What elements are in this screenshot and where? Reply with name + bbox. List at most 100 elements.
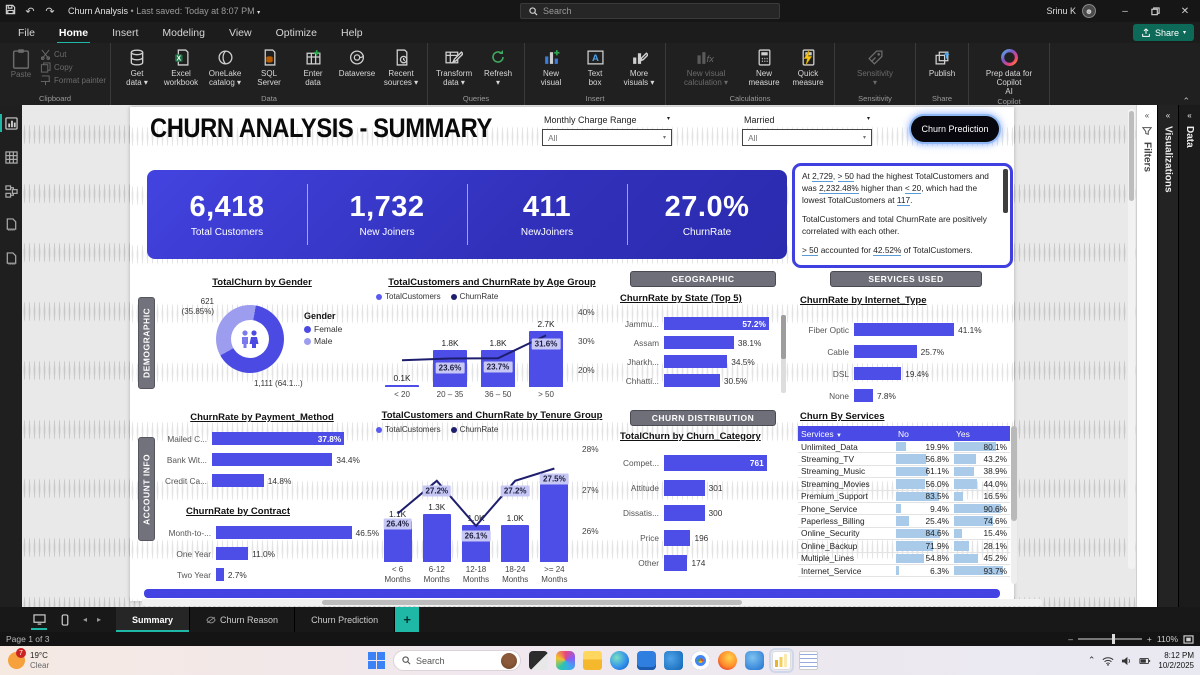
power-bi-icon[interactable] xyxy=(772,651,791,670)
recent-sources-button[interactable]: Recentsources ▾ xyxy=(379,46,423,87)
slicer-married[interactable]: Married▾ All▾ xyxy=(742,114,872,146)
bar[interactable] xyxy=(664,480,705,496)
table-row[interactable]: Online_Security84.6%15.4% xyxy=(798,528,1010,540)
visual-churn-by-state[interactable]: ChurnRate by State (Top 5) Jammu...57.2%… xyxy=(618,293,786,405)
bar[interactable]: 761 xyxy=(664,455,767,471)
undo-icon[interactable]: ↶ xyxy=(20,5,40,18)
dax-query-view-icon[interactable]: DAX xyxy=(0,215,22,235)
table-view-icon[interactable] xyxy=(0,147,22,167)
page-tab-churn-reason[interactable]: Churn Reason xyxy=(190,607,295,632)
combo-plot[interactable]: 1.1K< 6Months1.3K6-12Months1.0K12-18Mont… xyxy=(378,440,574,598)
notes-icon[interactable] xyxy=(799,651,818,670)
bar[interactable] xyxy=(216,547,248,560)
bar-row[interactable]: Compet...761 xyxy=(618,455,772,471)
menu-view[interactable]: View xyxy=(217,24,264,42)
dataverse-button[interactable]: Dataverse xyxy=(335,46,379,78)
weather-widget[interactable]: 7 19°CClear xyxy=(8,651,49,670)
column-header-yes[interactable]: Yes xyxy=(952,426,1010,441)
visual-age-group-combo[interactable]: TotalCustomers and ChurnRate by Age Grou… xyxy=(370,275,614,407)
user-name[interactable]: Srinu K xyxy=(1046,6,1076,16)
table-row[interactable]: Paperless_Billing25.4%74.6% xyxy=(798,515,1010,527)
save-icon[interactable] xyxy=(0,4,20,18)
slicer-dropdown[interactable]: All▾ xyxy=(742,129,872,146)
column-bar[interactable] xyxy=(385,385,419,387)
m365-icon[interactable] xyxy=(556,651,575,670)
canvas-vertical-scrollbar[interactable] xyxy=(1128,109,1135,569)
menu-file[interactable]: File xyxy=(6,24,47,42)
wifi-icon[interactable] xyxy=(1102,656,1114,666)
table-row[interactable]: Unlimited_Data19.9%80.1% xyxy=(798,441,1010,453)
enter-data-button[interactable]: Enterdata xyxy=(291,46,335,87)
bar-row[interactable]: Credit Ca...14.8% xyxy=(158,474,352,487)
menu-modeling[interactable]: Modeling xyxy=(150,24,217,42)
canvas-horizontal-scrollbar[interactable] xyxy=(142,599,1042,606)
bar-row[interactable]: Chhatti...30.5% xyxy=(618,374,774,387)
bar[interactable]: 57.2% xyxy=(664,317,769,330)
chrome-icon[interactable] xyxy=(691,651,710,670)
services-table[interactable]: Services ▼NoYesUnlimited_Data19.9%80.1%S… xyxy=(798,426,1010,598)
refresh-button[interactable]: Refresh▾ xyxy=(476,46,520,87)
publish-button[interactable]: Publish xyxy=(920,46,964,78)
start-button[interactable] xyxy=(368,652,385,669)
report-view-icon[interactable] xyxy=(0,113,22,133)
new-visual-button[interactable]: Newvisual xyxy=(529,46,573,87)
table-scrollbar[interactable] xyxy=(1011,426,1017,584)
menu-optimize[interactable]: Optimize xyxy=(264,24,329,42)
search-input[interactable]: Search xyxy=(520,3,780,19)
menu-insert[interactable]: Insert xyxy=(100,24,150,42)
bar[interactable] xyxy=(216,568,224,581)
store-icon[interactable] xyxy=(637,651,656,670)
combo-plot[interactable]: 0.1K< 201.8K20 – 351.8K36 – 502.7K> 5023… xyxy=(378,305,570,405)
table-row[interactable]: Multiple_Lines54.8%45.2% xyxy=(798,553,1010,565)
narrative-scrollbar[interactable] xyxy=(1003,169,1008,213)
mobile-layout-icon[interactable] xyxy=(52,607,78,632)
bar-row[interactable]: Jammu...57.2% xyxy=(618,317,774,330)
column-header-no[interactable]: No xyxy=(894,426,952,441)
bar-row[interactable]: Price196 xyxy=(618,530,772,546)
bar-row[interactable]: Mailed C...37.8% xyxy=(158,432,352,445)
bar[interactable] xyxy=(854,345,917,358)
bar-row[interactable]: Cable25.7% xyxy=(798,345,988,358)
sql-server-button[interactable]: SQLServer xyxy=(247,46,291,87)
zoom-in-icon[interactable]: + xyxy=(1147,634,1152,644)
menu-help[interactable]: Help xyxy=(329,24,375,42)
user-avatar-icon[interactable]: ☻ xyxy=(1082,4,1096,18)
firefox-icon[interactable] xyxy=(718,651,737,670)
volume-icon[interactable] xyxy=(1121,656,1132,666)
more-visuals-button[interactable]: Morevisuals ▾ xyxy=(617,46,661,87)
column-header-services[interactable]: Services ▼ xyxy=(798,429,894,439)
table-row[interactable]: Streaming_TV56.8%43.2% xyxy=(798,453,1010,465)
tray-expand-icon[interactable]: ⌃ xyxy=(1088,655,1096,666)
bar[interactable] xyxy=(664,530,690,546)
visual-churn-by-payment-method[interactable]: ChurnRate by Payment_Method ChurnRate by… xyxy=(158,410,366,596)
taskbar-search[interactable]: Search xyxy=(393,650,521,671)
onelake-catalog-button[interactable]: OneLakecatalog ▾ xyxy=(203,46,247,87)
bar-row[interactable]: Attitude301 xyxy=(618,480,772,496)
churn-prediction-button[interactable]: Churn Prediction xyxy=(911,116,999,142)
model-view-icon[interactable] xyxy=(0,181,22,201)
close-button[interactable]: ✕ xyxy=(1170,0,1200,22)
visual-tenure-group-combo[interactable]: TotalCustomers and ChurnRate by Tenure G… xyxy=(370,408,614,600)
bar[interactable] xyxy=(854,389,873,402)
bar-row[interactable]: Two Year2.7% xyxy=(158,568,356,581)
bar[interactable] xyxy=(664,505,705,521)
bar-row[interactable]: None7.8% xyxy=(798,389,988,402)
outlook-icon[interactable] xyxy=(664,651,683,670)
zoom-slider[interactable] xyxy=(1078,638,1142,640)
page-tab-summary[interactable]: Summary xyxy=(116,607,190,632)
bar[interactable] xyxy=(664,336,734,349)
visual-churn-by-internet-type[interactable]: ChurnRate by Internet_Type Fiber Optic41… xyxy=(798,295,1014,405)
column-bar[interactable] xyxy=(423,514,451,562)
share-button[interactable]: Share▾ xyxy=(1133,24,1194,41)
bar-row[interactable]: Assam38.1% xyxy=(618,336,774,349)
bar-row[interactable]: Month-to-...46.5% xyxy=(158,526,356,539)
slicer-monthly-charge-range[interactable]: Monthly Charge Range▾ All▾ xyxy=(542,114,672,146)
restore-button[interactable] xyxy=(1140,0,1170,22)
stream-icon[interactable] xyxy=(745,651,764,670)
bar[interactable] xyxy=(664,374,720,387)
smart-narrative[interactable]: At 2,729, > 50 had the highest TotalCust… xyxy=(792,163,1013,268)
get-data-button[interactable]: Getdata ▾ xyxy=(115,46,159,87)
table-row[interactable]: Phone_Service9.4%90.6% xyxy=(798,503,1010,515)
bar-row[interactable]: Jharkh...34.5% xyxy=(618,355,774,368)
battery-icon[interactable] xyxy=(1139,656,1151,666)
